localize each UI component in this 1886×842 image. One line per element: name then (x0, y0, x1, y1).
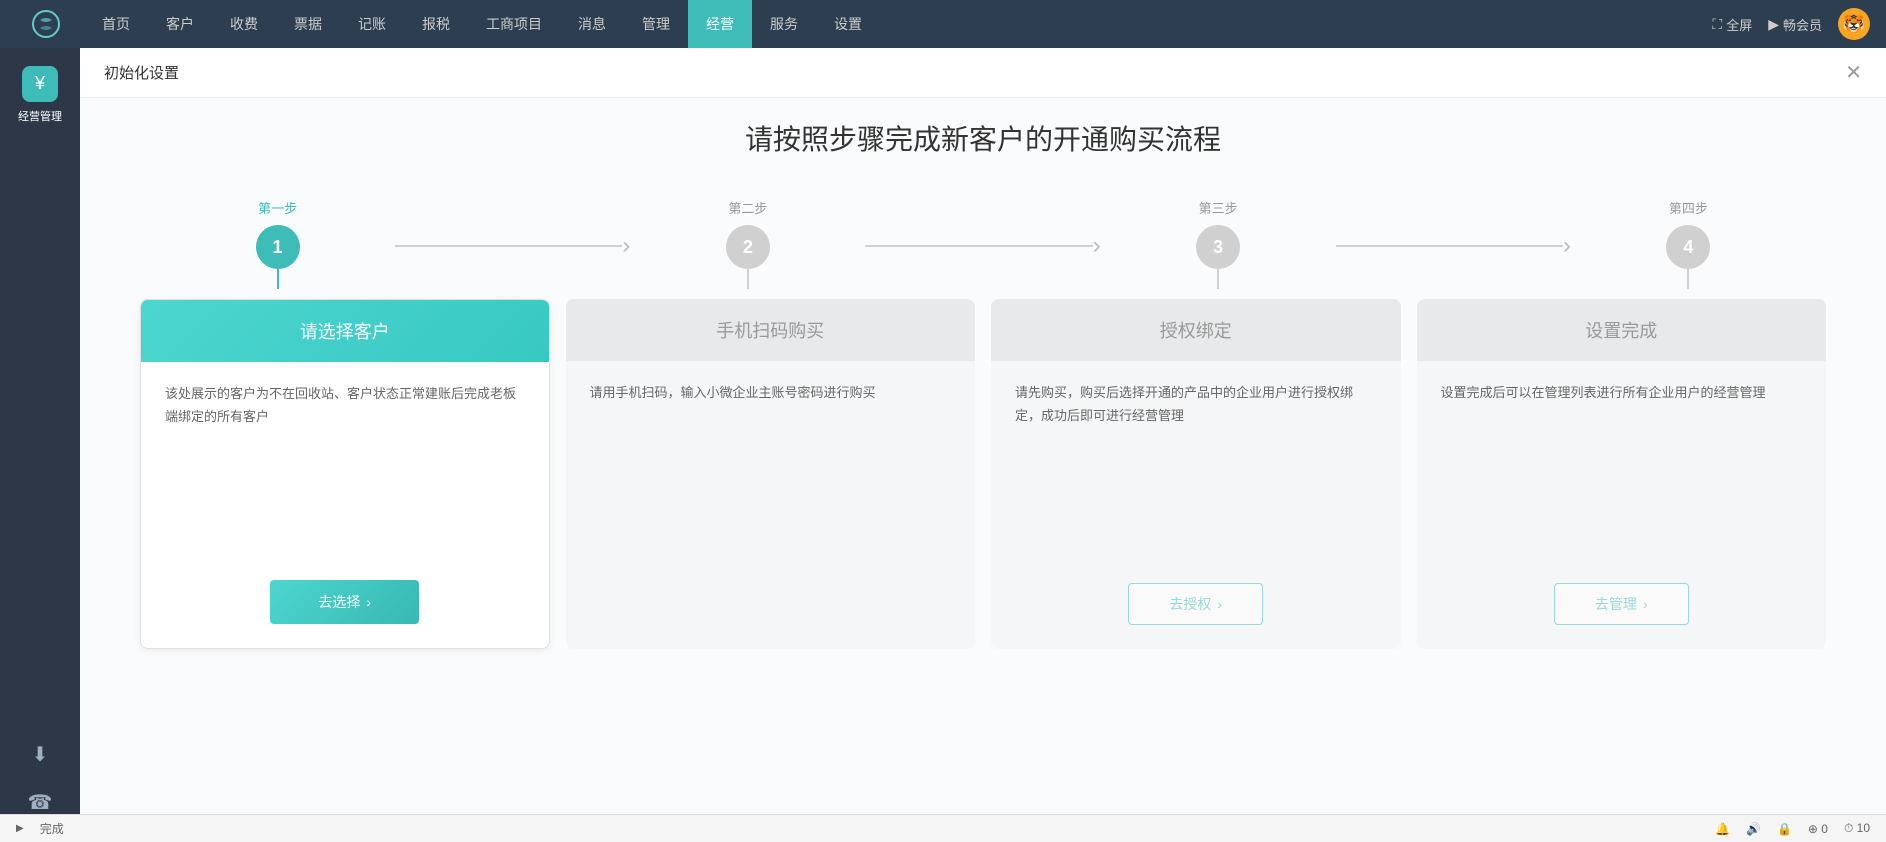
step-card-3: 授权绑定 请先购买，购买后选择开通的产品中的企业用户进行授权绑定，成功后即可进行… (991, 299, 1401, 649)
card-3-footer: 去授权 › (991, 583, 1401, 649)
status-bar: ▶ 完成 🔔 🔊 🔒 ⊕ 0 ⏱ 10 (0, 814, 1886, 842)
step-2-down-line (747, 269, 749, 289)
card-4-action-button[interactable]: 去管理 › (1554, 583, 1689, 625)
fullscreen-button[interactable]: ⛶ 全屏 (1712, 15, 1752, 34)
nav-item-business[interactable]: 工商项目 (468, 0, 560, 48)
nav-item-home[interactable]: 首页 (84, 0, 148, 48)
main-content: 初始化设置 ✕ 请按照步骤完成新客户的开通购买流程 第一步 1 › 第二步 (80, 48, 1886, 842)
nav-item-operation[interactable]: 经营 (688, 0, 752, 48)
card-3-arrow-icon: › (1217, 596, 1222, 612)
step-1-circle: 1 (256, 225, 300, 269)
nav-logo (16, 10, 76, 38)
step-4-label: 第四步 (1669, 198, 1708, 217)
card-3-header: 授权绑定 (991, 299, 1401, 361)
card-4-arrow-icon: › (1643, 596, 1648, 612)
nav-item-accounting[interactable]: 记账 (340, 0, 404, 48)
card-4-body: 设置完成后可以在管理列表进行所有企业用户的经营管理 (1417, 361, 1827, 583)
step-1-down-line (277, 269, 279, 289)
step-card-1: 请选择客户 该处展示的客户为不在回收站、客户状态正常建账后完成老板端绑定的所有客… (140, 299, 550, 649)
sidebar-item-operation[interactable]: ¥ 经营管理 (0, 60, 80, 130)
card-4-header: 设置完成 (1417, 299, 1827, 361)
step-2-label: 第二步 (728, 198, 767, 217)
status-lock-icon: 🔒 (1777, 822, 1792, 836)
card-1-footer: 去选择 › (141, 580, 549, 648)
sidebar-icon-operation: ¥ (22, 66, 58, 102)
status-count: ⊕ 0 (1808, 822, 1828, 836)
card-1-header: 请选择客户 (141, 300, 549, 362)
close-button[interactable]: ✕ (1845, 63, 1862, 83)
nav-item-customer[interactable]: 客户 (148, 0, 212, 48)
status-text: 完成 (40, 820, 64, 837)
avatar[interactable]: 🐯 (1838, 8, 1870, 40)
status-right-icons: 🔔 🔊 🔒 ⊕ 0 ⏱ 10 (1715, 821, 1870, 836)
nav-item-manage[interactable]: 管理 (624, 0, 688, 48)
status-volume-icon: 🔊 (1746, 822, 1761, 836)
nav-item-service[interactable]: 服务 (752, 0, 816, 48)
step-card-4: 设置完成 设置完成后可以在管理列表进行所有企业用户的经营管理 去管理 › (1417, 299, 1827, 649)
step-3-wrapper: 第三步 3 (1101, 198, 1336, 289)
page-header: 初始化设置 ✕ (80, 48, 1886, 98)
card-4-footer: 去管理 › (1417, 583, 1827, 649)
card-2-body: 请用手机扫码，输入小微企业主账号密码进行购买 (566, 361, 976, 625)
wizard-container: 请按照步骤完成新客户的开通购买流程 第一步 1 › 第二步 2 (80, 98, 1886, 842)
sidebar: ¥ 经营管理 ⬇ ☎ (0, 48, 80, 842)
nav-item-settings[interactable]: 设置 (816, 0, 880, 48)
step-2-wrapper: 第二步 2 (630, 198, 865, 289)
arrow-3-4: › (1336, 234, 1571, 258)
member-button[interactable]: ▶ 畅会员 (1768, 15, 1822, 34)
sidebar-download-icon[interactable]: ⬇ (20, 734, 60, 774)
cards-row: 请选择客户 该处展示的客户为不在回收站、客户状态正常建账后完成老板端绑定的所有客… (140, 299, 1826, 649)
step-3-label: 第三步 (1199, 198, 1238, 217)
step-card-2: 手机扫码购买 请用手机扫码，输入小微企业主账号密码进行购买 (566, 299, 976, 649)
nav-item-message[interactable]: 消息 (560, 0, 624, 48)
step-4-down-line (1687, 269, 1689, 289)
page-title: 初始化设置 (104, 62, 179, 83)
status-time: ⏱ 10 (1844, 821, 1870, 836)
step-3-down-line (1217, 269, 1219, 289)
nav-right-actions: ⛶ 全屏 ▶ 畅会员 🐯 (1712, 8, 1870, 40)
arrow-1-2: › (395, 234, 630, 258)
card-1-action-button[interactable]: 去选择 › (270, 580, 419, 624)
steps-row: 第一步 1 › 第二步 2 › (140, 198, 1826, 289)
card-3-body: 请先购买，购买后选择开通的产品中的企业用户进行授权绑定，成功后即可进行经营管理 (991, 361, 1401, 583)
arrow-2-3: › (865, 234, 1100, 258)
card-2-header: 手机扫码购买 (566, 299, 976, 361)
wizard-title: 请按照步骤完成新客户的开通购买流程 (140, 118, 1826, 158)
step-4-circle: 4 (1666, 225, 1710, 269)
step-2-circle: 2 (726, 225, 770, 269)
step-3-circle: 3 (1196, 225, 1240, 269)
top-navigation: 首页 客户 收费 票据 记账 报税 工商项目 消息 管理 经营 服务 设置 ⛶ … (0, 0, 1886, 48)
card-1-arrow-icon: › (366, 594, 371, 610)
nav-item-ticket[interactable]: 票据 (276, 0, 340, 48)
card-3-action-button[interactable]: 去授权 › (1128, 583, 1263, 625)
nav-menu: 首页 客户 收费 票据 记账 报税 工商项目 消息 管理 经营 服务 设置 (84, 0, 1712, 48)
card-2-footer (566, 625, 976, 649)
nav-item-fee[interactable]: 收费 (212, 0, 276, 48)
step-1-wrapper: 第一步 1 (160, 198, 395, 289)
nav-item-tax[interactable]: 报税 (404, 0, 468, 48)
status-play-icon: ▶ (16, 823, 24, 834)
step-1-label: 第一步 (258, 198, 297, 217)
step-4-wrapper: 第四步 4 (1571, 198, 1806, 289)
status-bell-icon: 🔔 (1715, 822, 1730, 836)
card-1-body: 该处展示的客户为不在回收站、客户状态正常建账后完成老板端绑定的所有客户 (141, 362, 549, 580)
